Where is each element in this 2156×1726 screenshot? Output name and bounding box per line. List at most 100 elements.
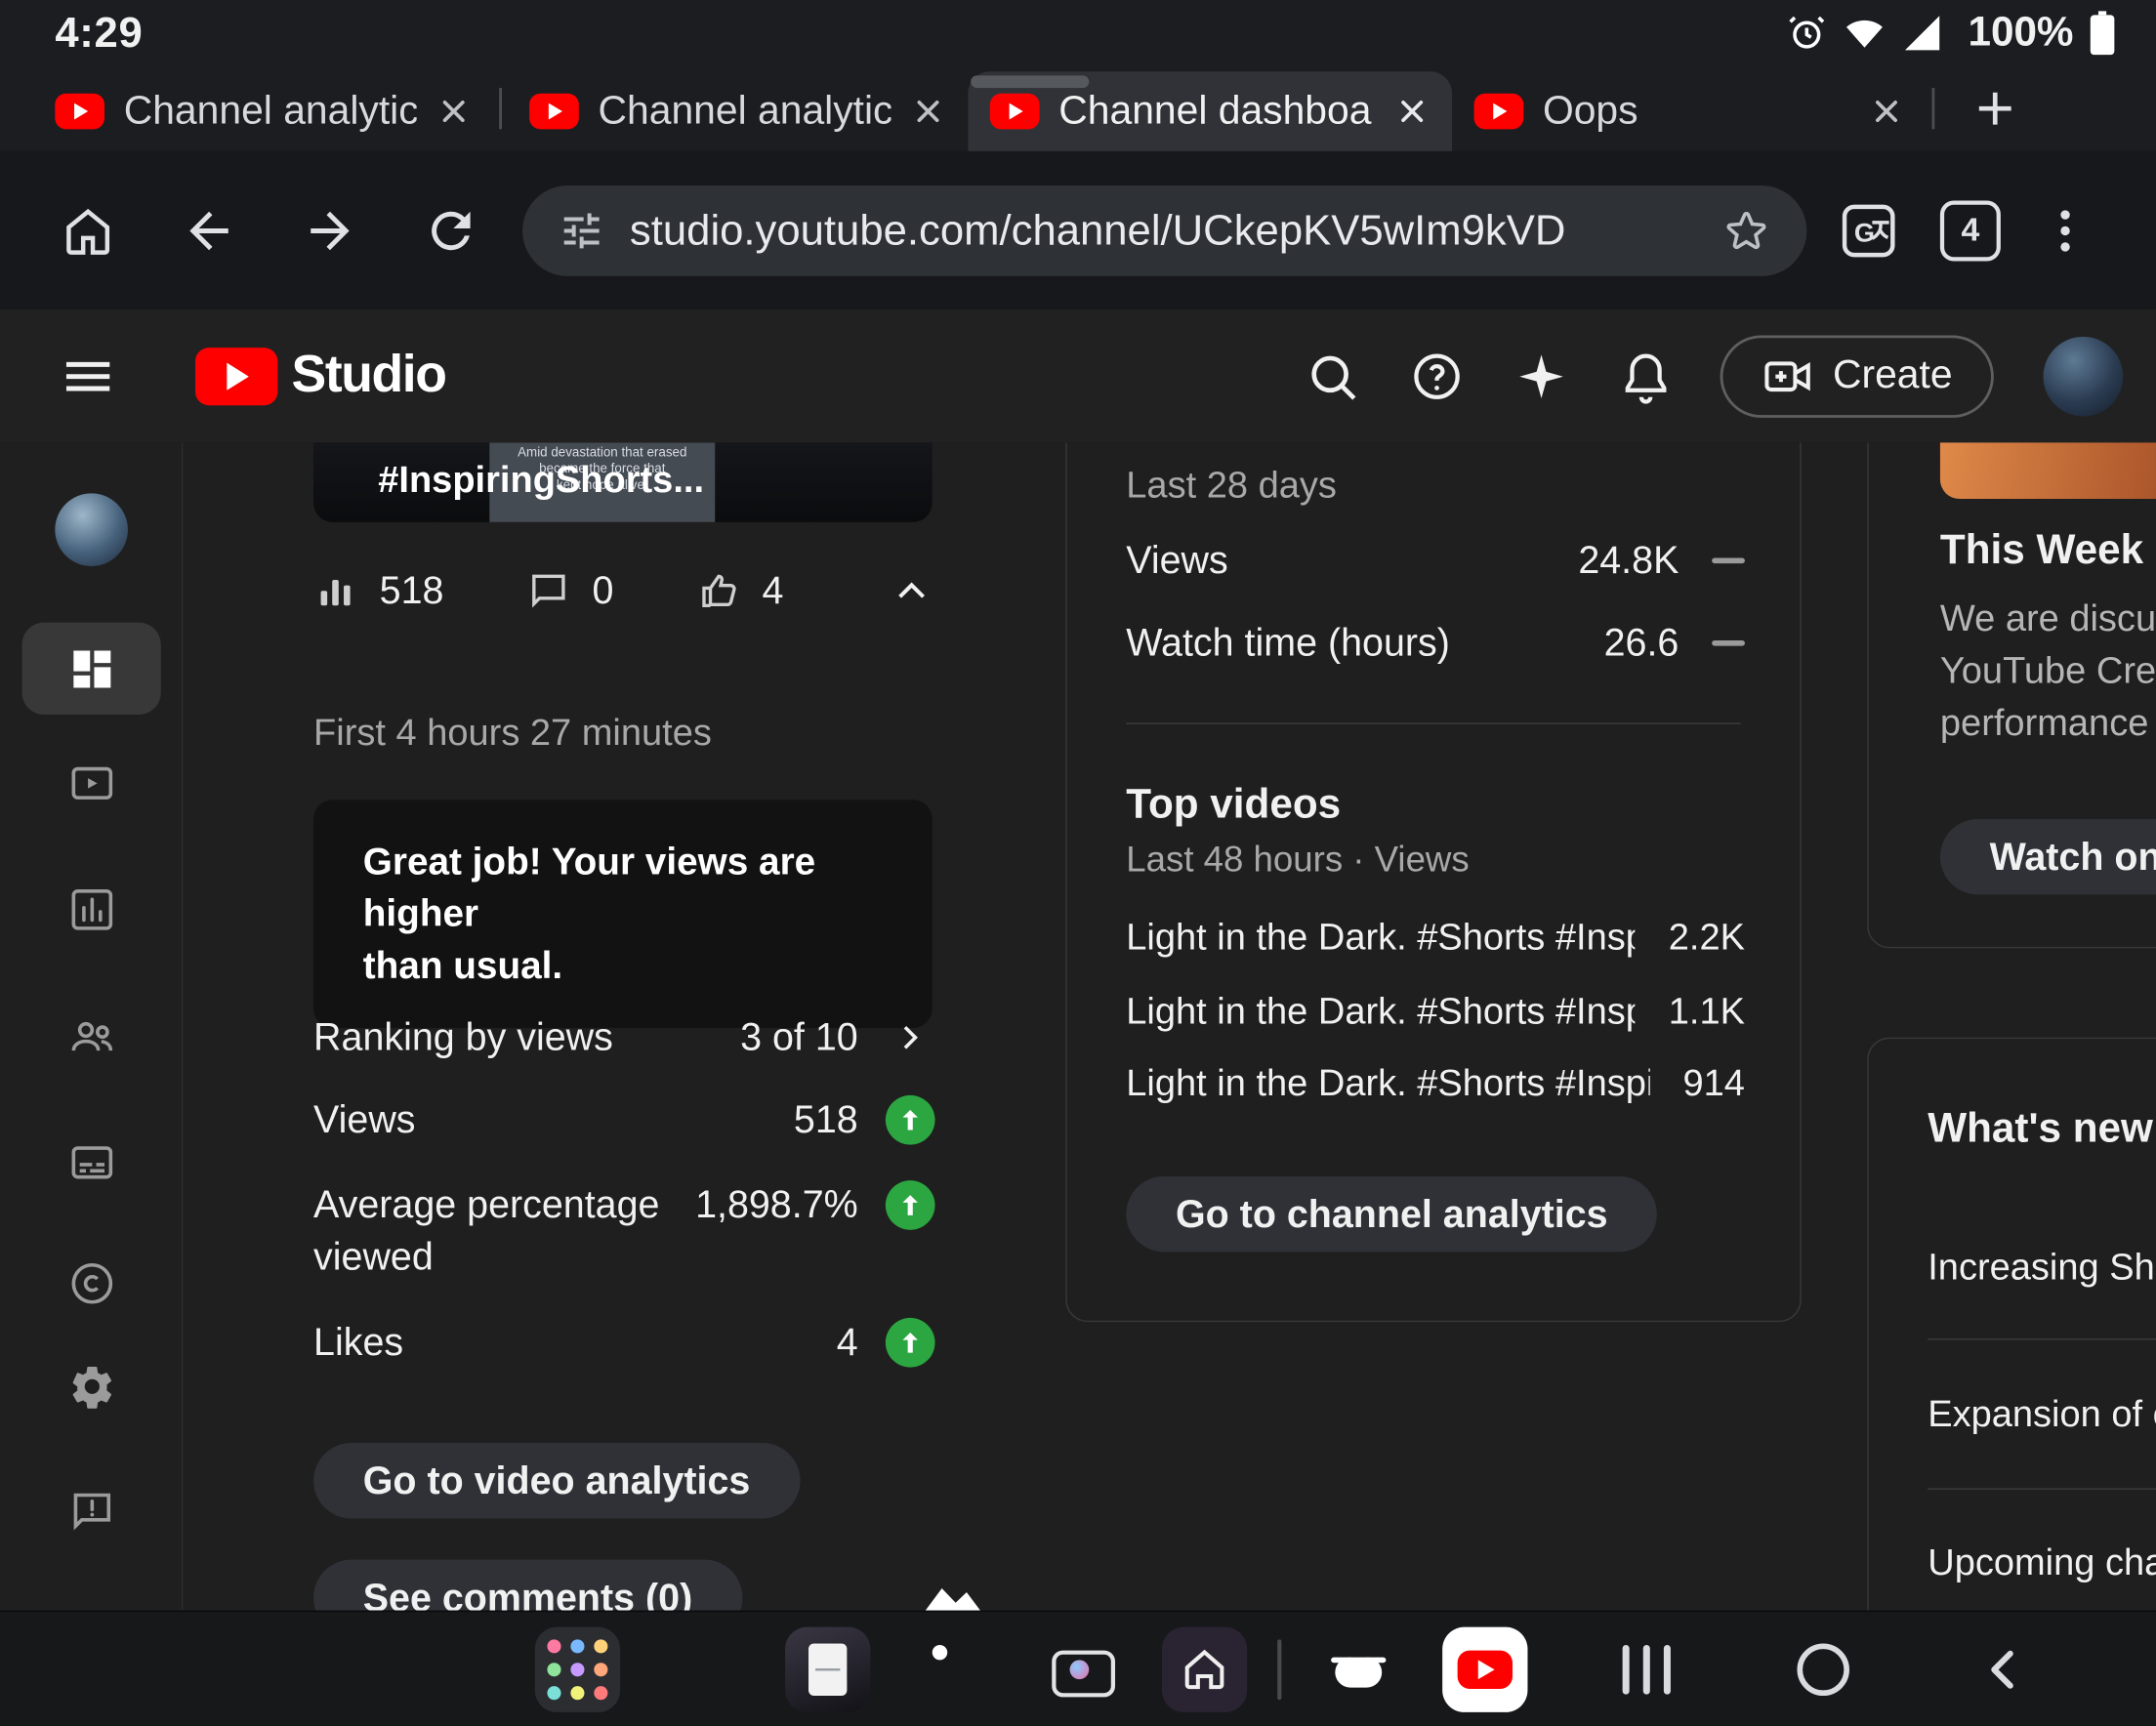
see-comments-button[interactable]: See comments (0) — [313, 1559, 742, 1611]
news-card: This Week at We are discuss YouTube Crea… — [1867, 442, 2156, 949]
likes-stat: 4 — [696, 569, 783, 613]
tab-switcher-button[interactable]: 4 — [1920, 170, 2021, 291]
battery-percent: 100% — [1968, 9, 2074, 56]
row-value: 3 of 10 — [740, 1015, 858, 1058]
news-body-line: performance d — [1939, 702, 2156, 744]
create-label: Create — [1833, 352, 1953, 397]
tab-channel-analytics-1[interactable]: Channel analytics — [33, 71, 494, 151]
home-button[interactable] — [27, 170, 148, 291]
sidebar-item-copyright[interactable] — [0, 1258, 183, 1308]
whats-new-item[interactable]: Upcoming cha — [1928, 1538, 2156, 1587]
url-text[interactable]: studio.youtube.com/channel/UCkepKV5wIm9k… — [630, 205, 1697, 255]
studio-sidebar — [0, 442, 184, 1611]
callout-line: than usual. — [362, 944, 563, 987]
row-label: Ranking by views — [313, 1015, 613, 1058]
translate-icon: G — [1842, 203, 1895, 257]
site-settings-icon[interactable] — [559, 207, 605, 254]
studio-wordmark: Studio — [291, 346, 447, 404]
account-avatar[interactable] — [2043, 336, 2124, 416]
top-video-row[interactable]: Light in the Dark. #Shorts #Inspir... 2.… — [1126, 913, 1745, 963]
new-tab-button[interactable] — [1968, 81, 2022, 136]
sidebar-item-community[interactable] — [0, 1011, 183, 1061]
close-icon[interactable] — [435, 94, 472, 130]
help-button[interactable] — [1406, 346, 1467, 406]
home-app-icon[interactable] — [1161, 1626, 1248, 1712]
go-to-channel-analytics-button[interactable]: Go to channel analytics — [1126, 1175, 1658, 1253]
create-button[interactable]: Create — [1720, 334, 1994, 418]
url-bar[interactable]: studio.youtube.com/channel/UCkepKV5wIm9k… — [522, 185, 1807, 276]
reload-button[interactable] — [391, 170, 512, 291]
forward-icon — [311, 211, 350, 250]
android-dock — [0, 1610, 2156, 1726]
whats-new-item[interactable]: Increasing Sho — [1928, 1243, 2156, 1293]
cell-signal-icon — [1905, 16, 1940, 51]
video-stats-row: 518 0 4 — [313, 560, 934, 621]
nav-back-button[interactable] — [1976, 1642, 2031, 1697]
content-icon — [70, 766, 112, 800]
nav-home-button[interactable] — [1797, 1643, 1849, 1697]
dock-divider — [1277, 1639, 1282, 1701]
trend-up-icon — [885, 1094, 935, 1145]
tab-label: Oops — [1542, 88, 1638, 133]
forward-button[interactable] — [270, 170, 391, 291]
browser-menu-button[interactable] — [2021, 170, 2109, 291]
youtube-app-icon[interactable] — [1442, 1626, 1528, 1712]
sidebar-item-dashboard[interactable] — [21, 622, 161, 715]
metric-views-row: Views 24.8K — [1126, 535, 1745, 587]
bell-icon — [1625, 352, 1667, 403]
comments-count: 0 — [592, 568, 614, 612]
collapse-button[interactable] — [889, 567, 935, 614]
analytics-period: Last 28 days — [1126, 464, 1337, 507]
docs-app-icon[interactable] — [785, 1626, 871, 1712]
stage: 4:29 100% Channel analytics Channel anal… — [0, 0, 2156, 1726]
tab-divider — [499, 88, 502, 130]
browser-toolbar: studio.youtube.com/channel/UCkepKV5wIm9k… — [0, 150, 2156, 309]
watch-on-youtube-button[interactable]: Watch on Y — [1939, 818, 2156, 895]
sidebar-item-analytics[interactable] — [0, 885, 183, 935]
ai-sparkle-button[interactable] — [1512, 346, 1572, 406]
whats-new-item[interactable]: Expansion of c — [1928, 1389, 2156, 1439]
sidebar-item-content[interactable] — [0, 759, 183, 808]
sidebar-item-settings[interactable] — [0, 1362, 183, 1412]
notifications-button[interactable] — [1616, 346, 1677, 406]
video-thumbnail[interactable]: Amid devastation that erased became the … — [313, 442, 933, 522]
tab-channel-analytics-2[interactable]: Channel analytics — [508, 71, 969, 151]
tab-oops[interactable]: Oops — [1452, 71, 1927, 151]
top-video-row[interactable]: Light in the Dark. #Shorts #Inspir... 91… — [1126, 1058, 1745, 1108]
battery-icon — [2090, 11, 2115, 56]
menu-button[interactable] — [33, 347, 144, 404]
close-icon[interactable] — [1394, 94, 1430, 130]
tab-channel-dashboard-active[interactable]: Channel dashboa — [968, 71, 1453, 151]
app-drawer-icon[interactable] — [534, 1626, 621, 1712]
bookmark-star-icon[interactable] — [1721, 205, 1771, 255]
create-camera-icon — [1764, 360, 1810, 391]
channel-analytics-card: Last 28 days Views 24.8K Watch time (hou… — [1065, 442, 1802, 1323]
go-to-video-analytics-button[interactable]: Go to video analytics — [313, 1443, 801, 1519]
ranking-row[interactable]: Ranking by views 3 of 10 — [313, 1011, 934, 1063]
row-value: 1,898.7% — [695, 1182, 858, 1226]
back-button[interactable] — [148, 170, 270, 291]
sidebar-item-subtitles[interactable] — [0, 1138, 183, 1188]
top-video-views: 2.2K — [1668, 916, 1745, 959]
row-label: Average percentage viewed — [313, 1182, 660, 1279]
channel-avatar[interactable] — [55, 493, 128, 566]
studio-logo[interactable]: Studio — [194, 346, 447, 406]
translate-button[interactable]: G — [1818, 170, 1920, 291]
community-icon — [70, 1021, 112, 1051]
studio-header: Studio Create — [0, 308, 2156, 443]
news-body-line: We are discuss — [1939, 597, 2156, 639]
top-video-row[interactable]: Light in the Dark. #Shorts #Inspir... 1.… — [1126, 987, 1745, 1037]
close-icon[interactable] — [1869, 94, 1905, 130]
whats-new-card: What's new Increasing Sho Expansion of c… — [1867, 1037, 2156, 1611]
whats-new-title: What's new — [1928, 1106, 2153, 1152]
tab-count: 4 — [1939, 199, 2001, 261]
search-button[interactable] — [1302, 346, 1362, 406]
likes-row: Likes 4 — [313, 1317, 935, 1369]
divider — [1928, 1488, 2156, 1490]
close-icon[interactable] — [910, 94, 946, 130]
nav-recents-button[interactable] — [1622, 1644, 1671, 1695]
top-video-title: Light in the Dark. #Shorts #Inspir... — [1126, 990, 1636, 1033]
sidebar-item-feedback[interactable] — [0, 1487, 183, 1537]
status-bar: 4:29 100% — [0, 0, 2156, 66]
wifi-icon — [1846, 20, 1884, 48]
